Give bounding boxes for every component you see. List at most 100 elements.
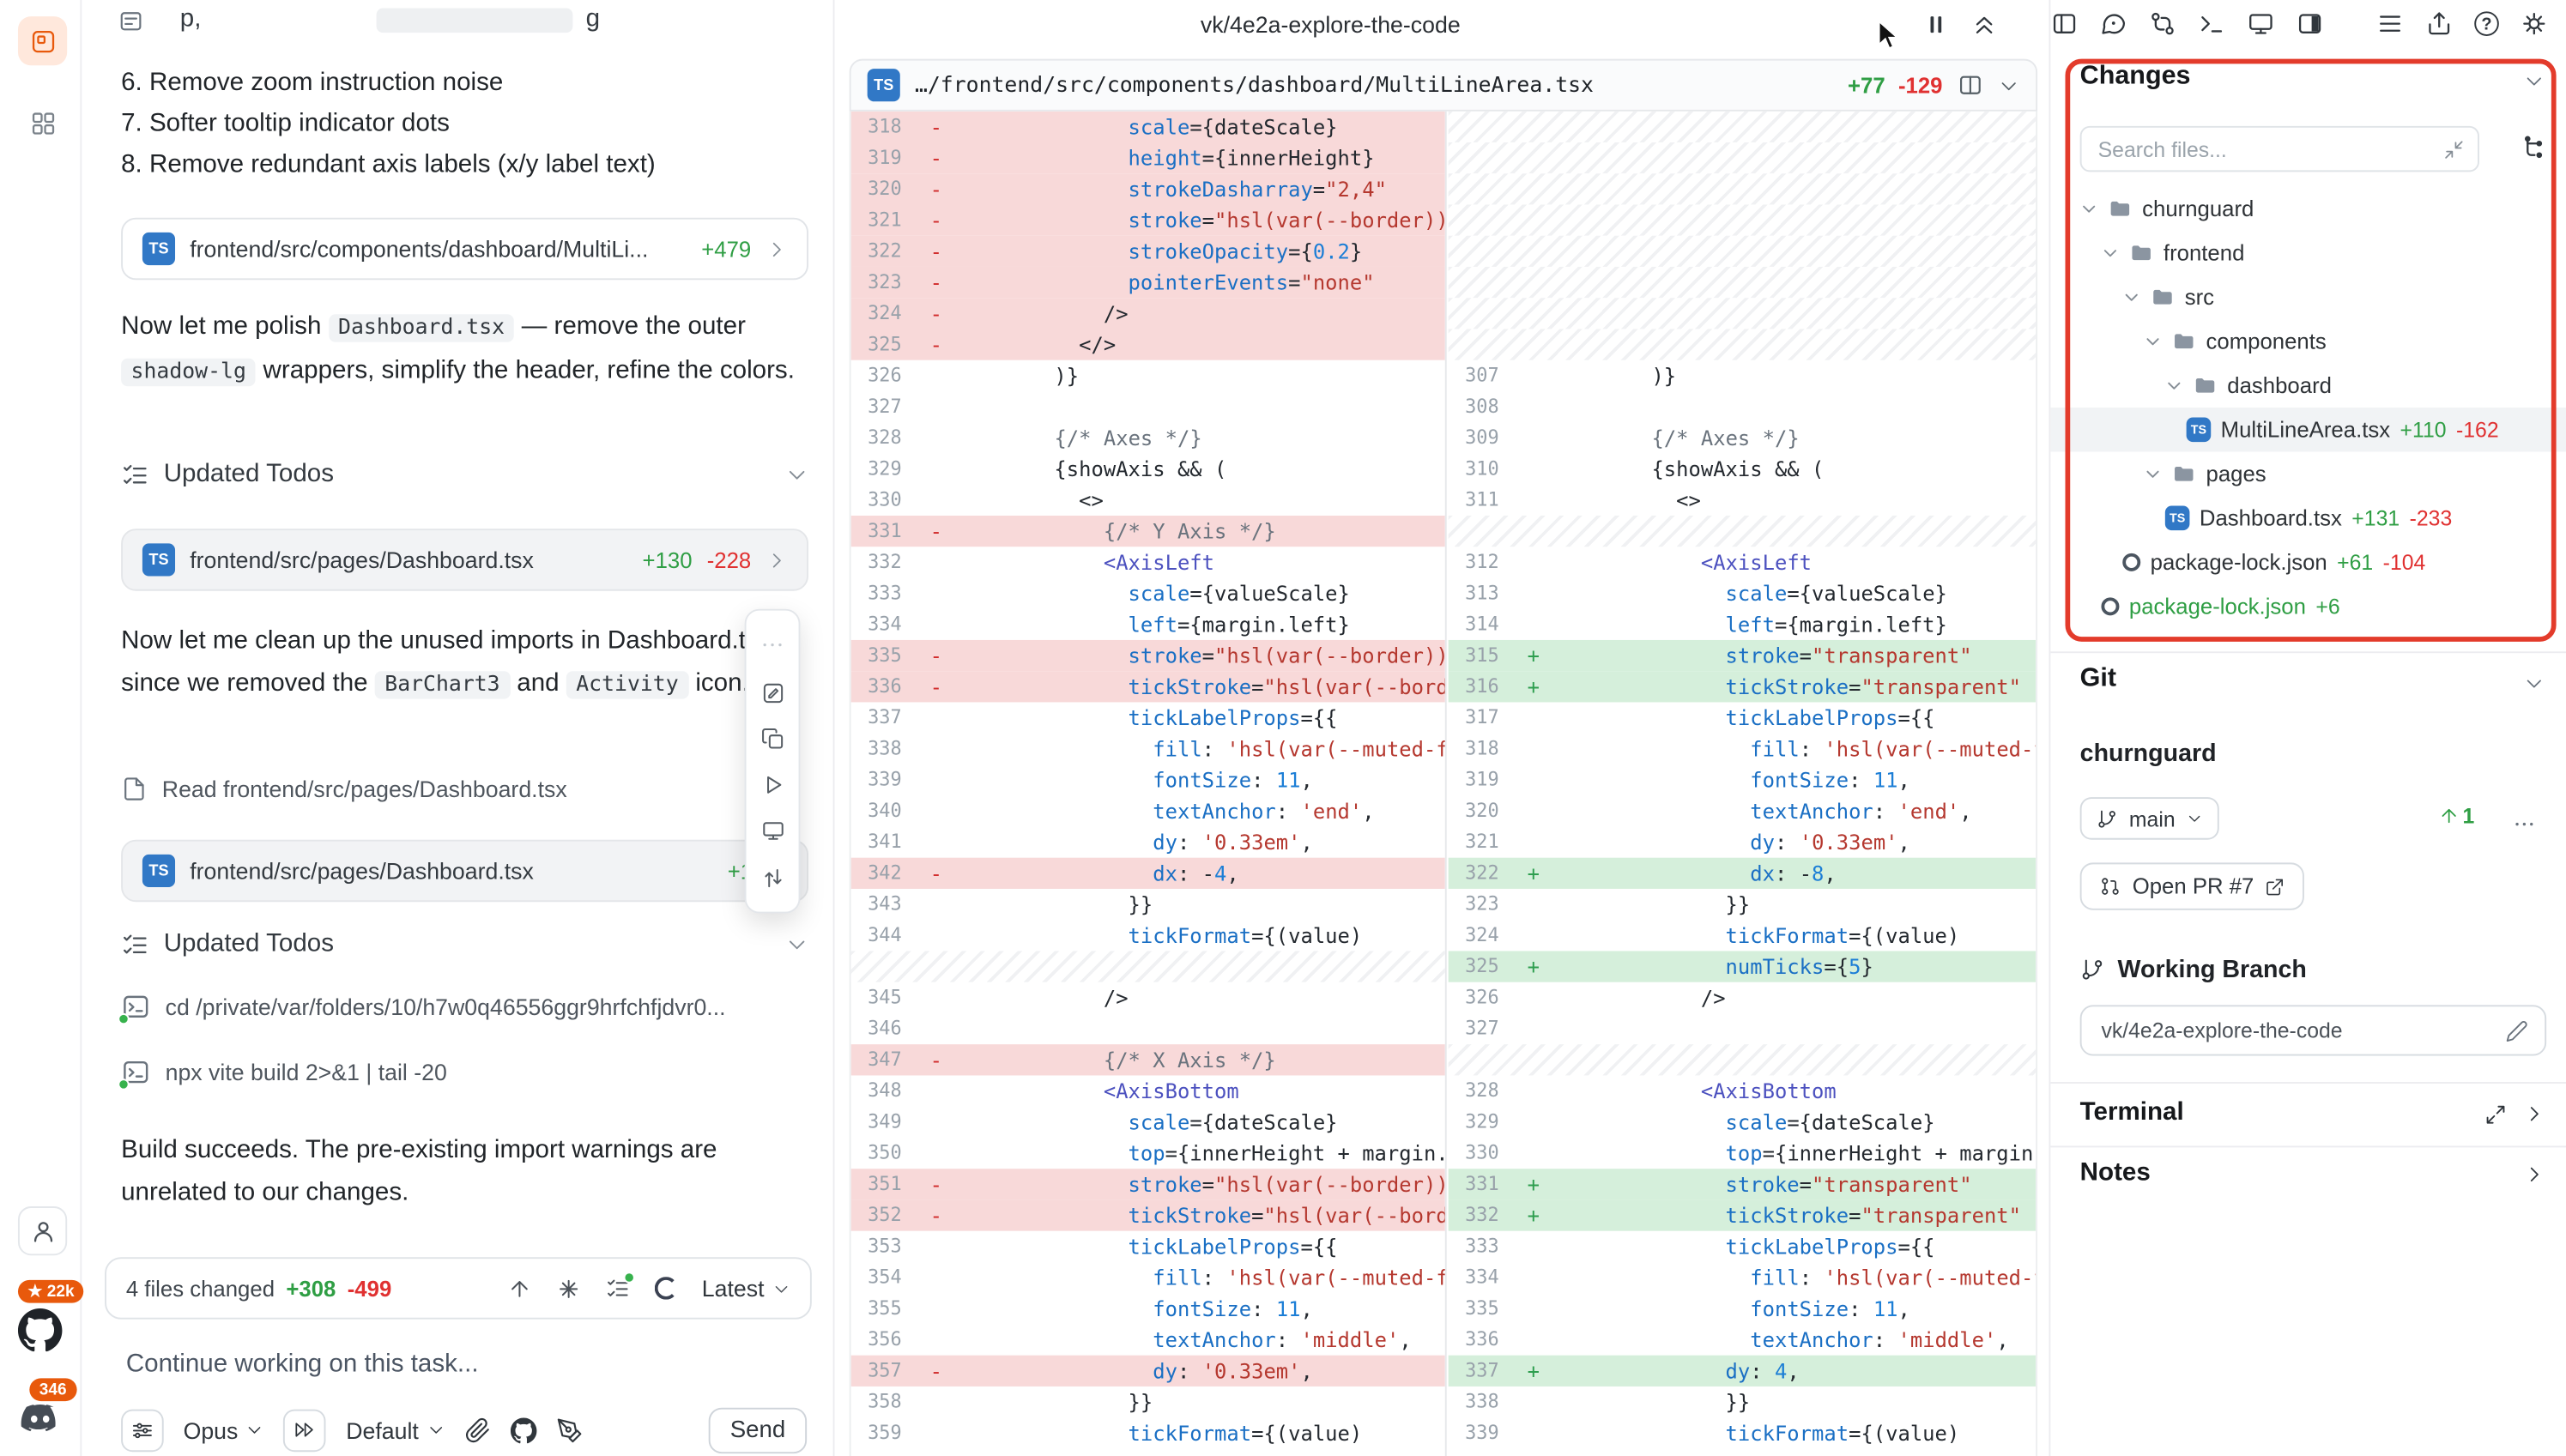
tree-view-icon[interactable] [2522, 134, 2550, 161]
tree-folder-row[interactable]: pages [2050, 452, 2566, 497]
tree-file-row[interactable]: TSMultiLineArea.tsx+110-162 [2050, 408, 2566, 452]
github-icon[interactable] [511, 1417, 537, 1443]
tree-folder-row[interactable]: churnguard [2050, 186, 2566, 231]
working-branch-field[interactable] [2080, 1005, 2546, 1055]
tree-folder-row[interactable]: src [2050, 275, 2566, 320]
line-number: 322 [1449, 858, 1514, 889]
diff-file-header[interactable]: TS …/frontend/src/components/dashboard/M… [850, 59, 2037, 112]
diff-sign [1514, 577, 1553, 608]
send-button[interactable]: Send [709, 1407, 807, 1453]
changes-status-bar[interactable]: 4 files changed +308 -499 Latest [105, 1257, 812, 1319]
menu-icon[interactable] [2376, 9, 2404, 37]
monitor-icon[interactable] [2247, 9, 2274, 37]
settings-gear-icon[interactable] [2521, 9, 2548, 37]
diff-filler-row [1449, 1044, 2036, 1075]
attachment-icon[interactable] [464, 1417, 491, 1443]
file-diff-chip-multilinearea[interactable]: TS frontend/src/components/dashboard/Mul… [121, 218, 808, 280]
diff-code-row: 312 <AxisLeft [1449, 547, 2036, 577]
file-diff-chip-dashboard-2[interactable]: TS frontend/src/pages/Dashboard.tsx +1 -… [121, 840, 808, 902]
diff-sign [917, 1107, 956, 1138]
version-label: Latest [702, 1275, 765, 1302]
git-compare-icon[interactable] [2149, 9, 2176, 37]
file-search-box[interactable] [2080, 126, 2479, 172]
code-text: scale={dateScale} [956, 1107, 1445, 1138]
settings-sliders-button[interactable] [121, 1409, 164, 1452]
line-number: 315 [1449, 640, 1514, 671]
file-diff-chip-dashboard[interactable]: TS frontend/src/pages/Dashboard.tsx +130… [121, 529, 808, 590]
sidebar-right-icon[interactable] [2296, 9, 2323, 37]
open-pr-button[interactable]: Open PR #7 [2080, 862, 2305, 909]
composer-input[interactable] [123, 1349, 778, 1381]
grid-view-button[interactable] [18, 98, 67, 147]
tree-file-row[interactable]: package-lock.json+6 [2050, 584, 2566, 629]
edit-patch-icon[interactable] [760, 680, 785, 705]
terminal-icon[interactable] [2198, 9, 2225, 37]
monitor-icon[interactable] [760, 819, 785, 844]
line-number: 342 [851, 858, 917, 889]
fast-forward-button[interactable] [284, 1409, 327, 1452]
file-search-input[interactable] [2095, 135, 2443, 162]
more-options-icon[interactable] [2512, 812, 2537, 837]
diff-sign: - [917, 298, 956, 329]
terminal-command-row[interactable]: npx vite build 2>&1 | tail -20 [121, 1057, 808, 1086]
branch-selector[interactable]: main [2080, 797, 2219, 840]
diff-code-row: 341 dy: '0.33em', [851, 826, 1445, 857]
line-number: 343 [851, 889, 917, 920]
code-text: tickFormat={(value) [1553, 1417, 2036, 1448]
more-options-icon[interactable] [760, 632, 786, 659]
line-number: 351 [851, 1169, 917, 1199]
github-link[interactable] [18, 1308, 62, 1352]
tree-file-row[interactable]: package-lock.json+61-104 [2050, 541, 2566, 585]
pen-tool-icon[interactable] [556, 1417, 583, 1443]
person-icon [28, 1217, 56, 1244]
mode-dropdown[interactable]: Default [346, 1417, 445, 1443]
run-icon[interactable] [760, 773, 785, 798]
tree-folder-row[interactable]: dashboard [2050, 364, 2566, 408]
share-icon[interactable] [2425, 9, 2453, 37]
updated-todos-row[interactable]: Updated Todos [121, 930, 808, 959]
chevron-down-icon[interactable] [1998, 75, 2019, 96]
working-branch-input[interactable] [2098, 1017, 2506, 1044]
tree-file-row[interactable]: TSDashboard.tsx+131-233 [2050, 496, 2566, 541]
clipped-text-fragment: g [586, 5, 600, 34]
help-icon[interactable]: ? [2474, 11, 2499, 36]
panel-left-icon[interactable] [2050, 9, 2078, 37]
diff-code-row: 344 tickFormat={(value) [851, 920, 1445, 951]
account-button[interactable] [18, 1206, 67, 1255]
working-branch-label: Working Branch [2118, 956, 2307, 983]
collapse-tree-icon[interactable] [2443, 138, 2465, 160]
diff-viewer-panel: TS …/frontend/src/components/dashboard/M… [836, 0, 2049, 1456]
terminal-command-row[interactable]: cd /private/var/folders/10/h7w0q46556ggr… [121, 992, 808, 1021]
version-dropdown[interactable]: Latest [702, 1275, 790, 1302]
model-dropdown[interactable]: Opus [184, 1417, 264, 1443]
code-text: dy: 4, [1553, 1356, 2036, 1387]
updated-todos-label: Updated Todos [164, 460, 771, 489]
workspace-tab-active[interactable] [18, 16, 67, 65]
diff-code-row: 335- stroke="hsl(var(--border))" [851, 640, 1445, 671]
collapse-all-icon[interactable] [1970, 9, 1998, 37]
pause-icon[interactable] [1923, 10, 1950, 37]
terminal-chip-icon [121, 992, 150, 1021]
tree-folder-row[interactable]: frontend [2050, 231, 2566, 275]
discord-link[interactable] [18, 1405, 62, 1441]
tree-folder-row[interactable]: components [2050, 319, 2566, 364]
arrow-up-icon[interactable] [507, 1276, 532, 1301]
expand-icon[interactable] [2484, 1103, 2508, 1127]
asterisk-icon[interactable] [556, 1276, 581, 1301]
todos-status-icon[interactable] [605, 1276, 630, 1301]
updated-todos-row[interactable]: Updated Todos [121, 460, 808, 489]
copy-icon[interactable] [760, 727, 785, 752]
split-view-icon[interactable] [1958, 72, 1984, 99]
line-number: 332 [851, 547, 917, 577]
diff-sign: - [917, 1356, 956, 1387]
line-number: 328 [1449, 1075, 1514, 1106]
line-number: 349 [851, 1107, 917, 1138]
chat-bubble-icon[interactable] [2100, 9, 2127, 37]
pencil-icon[interactable] [2505, 1019, 2528, 1042]
diff-filler-row [1449, 142, 2036, 173]
read-file-row[interactable]: Read frontend/src/pages/Dashboard.tsx [121, 776, 808, 802]
typescript-icon: TS [142, 855, 175, 887]
diff-sign [1514, 422, 1553, 453]
right-sidebar: Changes churnguardfrontendsrccomponentsd… [2049, 0, 2566, 1456]
compare-changes-icon[interactable] [760, 866, 785, 891]
